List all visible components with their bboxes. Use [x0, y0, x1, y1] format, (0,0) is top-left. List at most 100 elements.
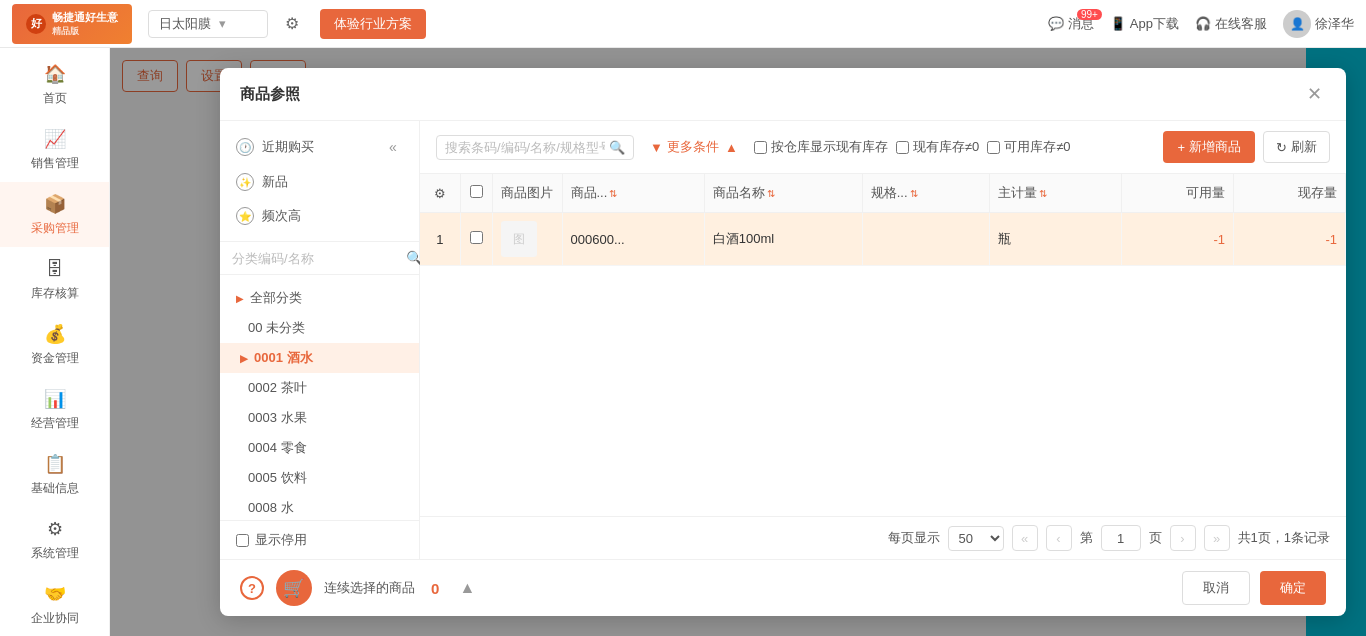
filter-icon: ▼	[650, 140, 663, 155]
nav-recent-purchase[interactable]: 🕐 近期购买 «	[220, 129, 419, 165]
pagination: 每页显示 50 100 200 « ‹ 第 页 › » 共1页，1条记	[420, 516, 1346, 559]
col-spec[interactable]: 规格...⇅	[862, 174, 990, 213]
more-filter-button[interactable]: ▼ 更多条件 ▲	[642, 134, 746, 160]
sidebar-item-enterprise[interactable]: 🤝 企业协同	[0, 572, 109, 636]
category-search-input[interactable]	[232, 251, 400, 266]
dialog-footer: ? 🛒 连续选择的商品 0 ▲ 取消 确定	[220, 559, 1346, 616]
next-page-button[interactable]: ›	[1170, 525, 1196, 551]
filter-up-icon: ▲	[725, 140, 738, 155]
user-profile[interactable]: 👤 徐泽华	[1283, 10, 1354, 38]
message-badge: 99+	[1077, 9, 1102, 20]
row-available: -1	[1122, 213, 1234, 266]
confirm-button[interactable]: 确定	[1260, 571, 1326, 605]
col-settings[interactable]: ⚙	[420, 174, 460, 213]
page-unit: 页	[1149, 529, 1162, 547]
refresh-icon: ↻	[1276, 140, 1287, 155]
sidebar-item-system[interactable]: ⚙ 系统管理	[0, 507, 109, 572]
row-checkbox[interactable]	[470, 231, 483, 244]
nav-high-frequency[interactable]: ⭐ 频次高	[220, 199, 419, 233]
sidebar-item-finance[interactable]: 💰 资金管理	[0, 312, 109, 377]
prev-page-button[interactable]: ‹	[1046, 525, 1072, 551]
add-icon: +	[1177, 140, 1185, 155]
category-search: 🔍	[220, 242, 419, 275]
available-stock-ne0-checkbox[interactable]	[987, 141, 1000, 154]
chevron-down-icon: ▾	[219, 16, 226, 31]
warehouse-stock-checkbox[interactable]	[754, 141, 767, 154]
current-stock-ne0-checkbox[interactable]	[896, 141, 909, 154]
sidebar-item-inventory[interactable]: 🗄 库存核算	[0, 247, 109, 312]
navbar-right: 💬 消息 99+ 📱 App下载 🎧 在线客服 👤 徐泽华	[1048, 10, 1354, 38]
sidebar: 🏠 首页 📈 销售管理 📦 采购管理 🗄 库存核算 💰 资金管理 📊 经营管理 …	[0, 48, 110, 636]
inventory-icon: 🗄	[43, 257, 67, 281]
app-logo[interactable]: 好 畅捷通好生意 精品版	[12, 4, 132, 44]
col-product-image: 商品图片	[492, 174, 562, 213]
right-panel: 🔍 ▼ 更多条件 ▲ 按仓库显示现有库存	[420, 121, 1346, 559]
product-search-input[interactable]	[445, 140, 605, 155]
tenant-dropdown[interactable]: 日太阳膜 ▾	[148, 10, 268, 38]
logo-text: 畅捷通好生意 精品版	[52, 10, 118, 38]
category-tea[interactable]: 0002 茶叶	[220, 373, 419, 403]
enterprise-icon: 🤝	[43, 582, 67, 606]
page-size-select[interactable]: 50 100 200	[948, 526, 1004, 551]
refresh-button[interactable]: ↻ 刷新	[1263, 131, 1330, 163]
message-item[interactable]: 💬 消息 99+	[1048, 15, 1094, 33]
cart-symbol: 🛒	[283, 577, 305, 599]
sidebar-item-home[interactable]: 🏠 首页	[0, 52, 109, 117]
help-icon[interactable]: ?	[240, 576, 264, 600]
category-drinks[interactable]: 0005 饮料	[220, 463, 419, 493]
left-panel: 🕐 近期购买 « ✨ 新品 ⭐ 频次高	[220, 121, 420, 559]
row-index: 1	[420, 213, 460, 266]
category-water[interactable]: 0008 水	[220, 493, 419, 520]
category-all[interactable]: ▶ 全部分类	[220, 283, 419, 313]
logo-icon: 好	[26, 14, 46, 34]
category-uncategorized[interactable]: 00 未分类	[220, 313, 419, 343]
product-image-placeholder: 图	[501, 221, 537, 257]
toolbar-right: + 新增商品 ↻ 刷新	[1163, 131, 1330, 163]
operations-icon: 📊	[43, 387, 67, 411]
col-product-name[interactable]: 商品名称⇅	[704, 174, 862, 213]
experience-button[interactable]: 体验行业方案	[320, 9, 426, 39]
row-product-name: 白酒100ml	[704, 213, 862, 266]
col-stock: 现存量	[1234, 174, 1346, 213]
cancel-button[interactable]: 取消	[1182, 571, 1250, 605]
page-number-input[interactable]	[1101, 525, 1141, 551]
select-all-checkbox[interactable]	[470, 185, 483, 198]
dialog-title: 商品参照	[240, 85, 300, 104]
recent-purchase-icon: 🕐	[236, 138, 254, 156]
category-liquor[interactable]: ▶ 0001 酒水	[220, 343, 419, 373]
settings-icon[interactable]: ⚙	[276, 8, 308, 40]
sales-icon: 📈	[43, 127, 67, 151]
dialog-close-button[interactable]: ✕	[1302, 82, 1326, 106]
warehouse-stock-checkbox-wrap: 按仓库显示现有库存	[754, 138, 888, 156]
collapse-left-button[interactable]: «	[383, 137, 403, 157]
show-disabled-checkbox[interactable]	[236, 534, 249, 547]
purchase-icon: 📦	[43, 192, 67, 216]
cart-icon[interactable]: 🛒	[276, 570, 312, 606]
col-product-code[interactable]: 商品...⇅	[562, 174, 704, 213]
col-checkbox[interactable]	[460, 174, 492, 213]
product-search-icon[interactable]: 🔍	[609, 140, 625, 155]
navbar: 好 畅捷通好生意 精品版 日太阳膜 ▾ ⚙ 体验行业方案 💬 消息 99+ 📱 …	[0, 0, 1366, 48]
category-fruit[interactable]: 0003 水果	[220, 403, 419, 433]
show-disabled-label[interactable]: 显示停用	[255, 531, 307, 549]
app-download-item[interactable]: 📱 App下载	[1110, 15, 1179, 33]
collapse-footer-button[interactable]: ▲	[455, 576, 479, 600]
row-product-image: 图	[492, 213, 562, 266]
last-page-button[interactable]: »	[1204, 525, 1230, 551]
left-panel-footer: 显示停用	[220, 520, 419, 559]
add-product-button[interactable]: + 新增商品	[1163, 131, 1255, 163]
high-freq-icon: ⭐	[236, 207, 254, 225]
nav-new-products[interactable]: ✨ 新品	[220, 165, 419, 199]
category-snacks[interactable]: 0004 零食	[220, 433, 419, 463]
table-row[interactable]: 1 图 000600... 白酒100ml	[420, 213, 1346, 266]
online-service-item[interactable]: 🎧 在线客服	[1195, 15, 1267, 33]
product-table-wrap: ⚙ 商品图片 商品...⇅ 商品名称⇅ 规格...⇅ 主计量⇅ 可用量 现存量	[420, 174, 1346, 516]
sidebar-item-purchase[interactable]: 📦 采购管理	[0, 182, 109, 247]
sidebar-item-basic-info[interactable]: 📋 基础信息	[0, 442, 109, 507]
sort-code-icon: ⇅	[609, 188, 617, 199]
sidebar-item-sales[interactable]: 📈 销售管理	[0, 117, 109, 182]
col-unit[interactable]: 主计量⇅	[990, 174, 1122, 213]
sidebar-item-operations[interactable]: 📊 经营管理	[0, 377, 109, 442]
row-checkbox-cell[interactable]	[460, 213, 492, 266]
first-page-button[interactable]: «	[1012, 525, 1038, 551]
